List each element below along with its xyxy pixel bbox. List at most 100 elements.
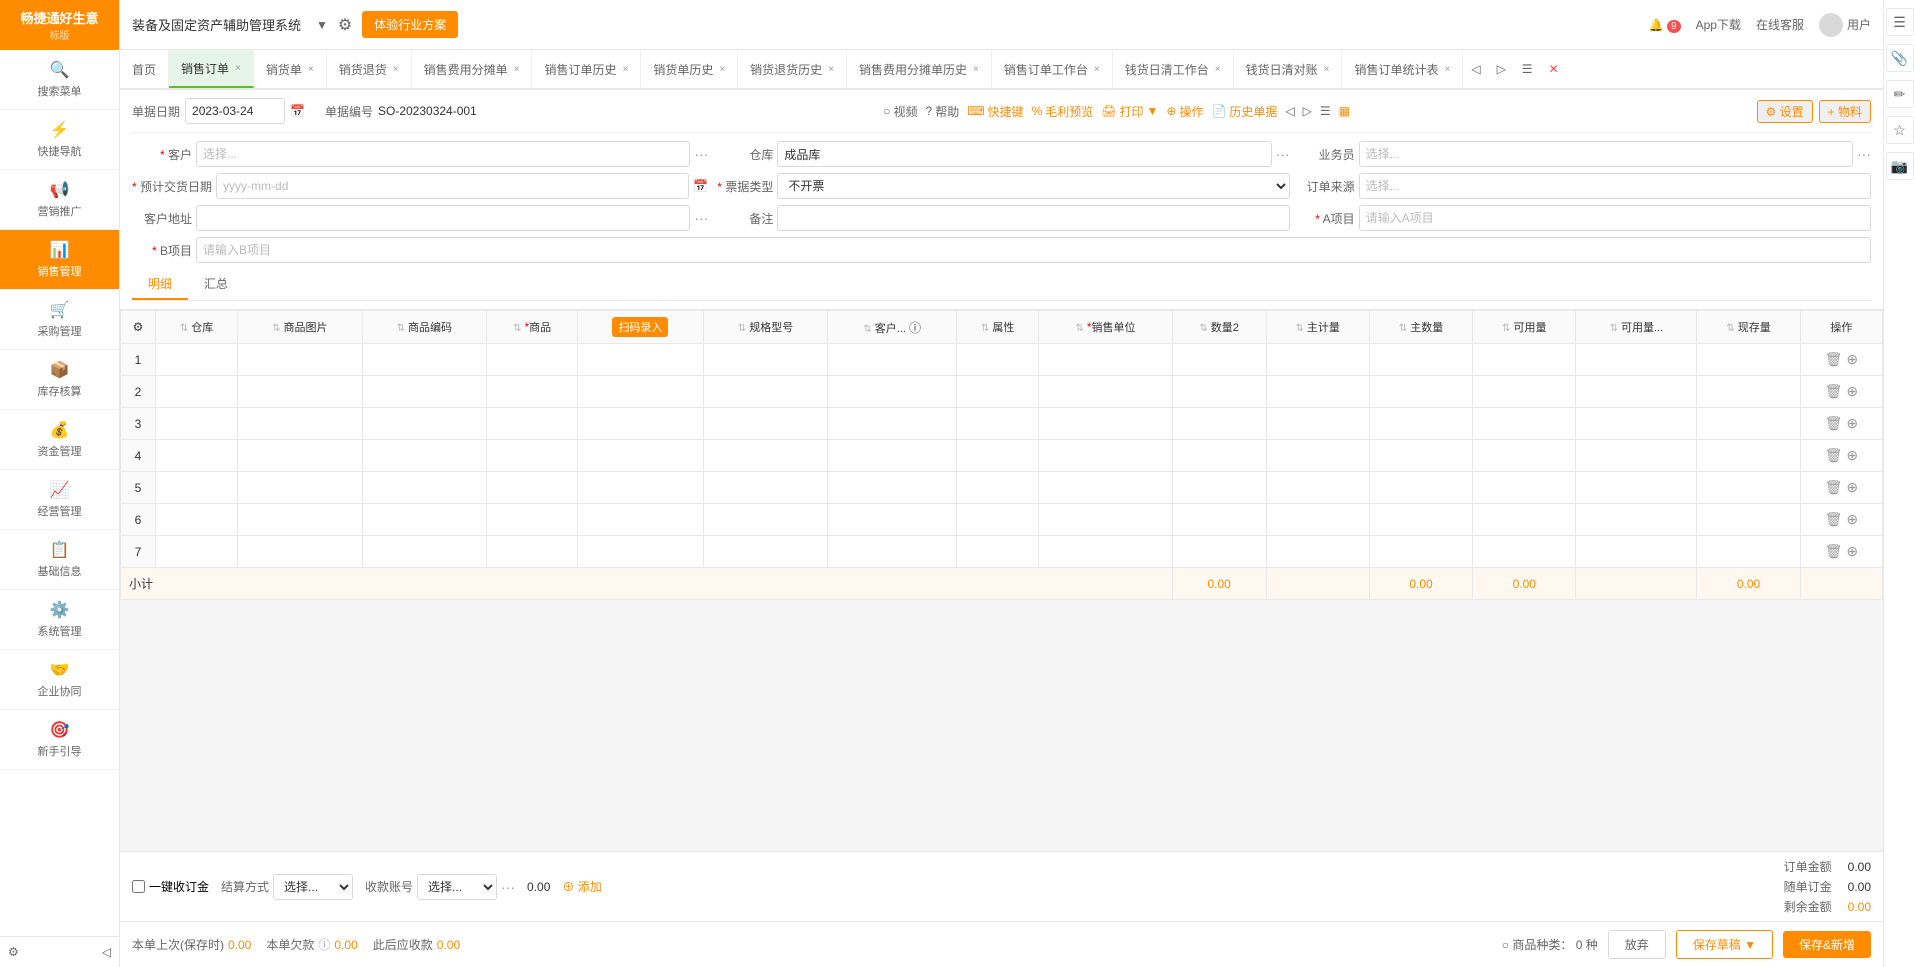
nav-left-icon[interactable]: ◁ (1285, 104, 1294, 118)
help-btn[interactable]: ? 帮助 (926, 103, 960, 120)
right-panel-icon-5[interactable]: 📷 (1886, 152, 1914, 180)
row-unit[interactable] (1039, 504, 1173, 536)
row-attr[interactable] (957, 344, 1039, 376)
row-warehouse[interactable] (156, 536, 238, 568)
one-click-label[interactable]: 一键收订金 (132, 878, 209, 895)
row-goods[interactable] (487, 376, 578, 408)
settings-icon[interactable]: ⚙ (338, 15, 352, 35)
row-main-unit[interactable] (1266, 344, 1369, 376)
remark-input[interactable] (777, 205, 1289, 231)
app-download-link[interactable]: App下载 (1696, 16, 1741, 33)
row-stock[interactable] (1697, 376, 1800, 408)
tab-order-workbench[interactable]: 销售订单工作台 × (992, 50, 1113, 88)
customer-more-icon[interactable]: ··· (694, 146, 708, 162)
warehouse-more-icon[interactable]: ··· (1276, 146, 1290, 162)
row-available[interactable] (1473, 376, 1576, 408)
tab-sales-expense[interactable]: 销售费用分摊单 × (412, 50, 533, 88)
delete-icon[interactable]: 🗑 (1825, 447, 1843, 464)
user-avatar[interactable]: 用户 (1819, 13, 1871, 37)
row-stock[interactable] (1697, 344, 1800, 376)
row-warehouse[interactable] (156, 344, 238, 376)
row-main-unit[interactable] (1266, 504, 1369, 536)
row-main-unit[interactable] (1266, 408, 1369, 440)
tab-return-hist[interactable]: 销货退货历史 × (738, 50, 847, 88)
row-available[interactable] (1473, 440, 1576, 472)
operation-btn[interactable]: ⊕ 操作 (1166, 103, 1203, 120)
row-scan[interactable] (578, 440, 704, 472)
tab-reconcile[interactable]: 钱货日清对账 × (1234, 50, 1343, 88)
row-attr[interactable] (957, 472, 1039, 504)
preview-btn[interactable]: ○ 视频 (883, 103, 917, 120)
row-unit[interactable] (1039, 376, 1173, 408)
row-available2[interactable] (1576, 504, 1697, 536)
tab-close-icon[interactable]: × (1324, 64, 1330, 75)
add-payment-btn[interactable]: ⊕ 添加 (562, 878, 601, 895)
row-available2[interactable] (1576, 344, 1697, 376)
row-goods[interactable] (487, 472, 578, 504)
sidebar-item-finance[interactable]: 💰 资金管理 (0, 410, 119, 470)
row-main-unit[interactable] (1266, 472, 1369, 504)
row-goods[interactable] (487, 344, 578, 376)
tab-home[interactable]: 首页 (120, 50, 169, 88)
collapse-icon[interactable]: ◁ (102, 945, 111, 959)
row-qty2[interactable] (1172, 504, 1266, 536)
title-dropdown-icon[interactable]: ▼ (316, 18, 328, 32)
sidebar-item-sales[interactable]: 📊 销售管理 (0, 230, 119, 290)
row-spec[interactable] (703, 376, 828, 408)
row-main-unit[interactable] (1266, 536, 1369, 568)
settings-gear-icon[interactable]: ⚙ (133, 320, 144, 334)
print-btn[interactable]: 🖨 打印 ▼ (1101, 103, 1158, 120)
row-customer-code[interactable] (828, 376, 957, 408)
row-image[interactable] (238, 344, 363, 376)
row-unit[interactable] (1039, 344, 1173, 376)
sort-icon[interactable]: ⇅ (1399, 323, 1407, 334)
delete-icon[interactable]: 🗑 (1825, 479, 1843, 496)
warehouse-input[interactable] (777, 141, 1271, 167)
account-select[interactable]: 选择... (417, 874, 497, 900)
row-qty2[interactable] (1172, 344, 1266, 376)
row-customer-code[interactable] (828, 344, 957, 376)
row-qty2[interactable] (1172, 440, 1266, 472)
copy-icon[interactable]: ⊕ (1846, 351, 1858, 368)
sort-icon[interactable]: ⇅ (738, 323, 746, 334)
copy-icon[interactable]: ⊕ (1846, 383, 1858, 400)
row-customer-code[interactable] (828, 536, 957, 568)
row-main-qty[interactable] (1369, 536, 1472, 568)
tab-close-icon[interactable]: × (828, 64, 834, 75)
save-draft-btn[interactable]: 保存草稿 ▼ (1676, 930, 1773, 959)
row-available[interactable] (1473, 504, 1576, 536)
address-more-icon[interactable]: ··· (694, 210, 708, 226)
right-panel-icon-3[interactable]: ✏ (1886, 80, 1914, 108)
row-attr[interactable] (957, 440, 1039, 472)
history-btn[interactable]: 📄 历史单据 (1211, 103, 1277, 120)
row-spec[interactable] (703, 536, 828, 568)
row-image[interactable] (238, 536, 363, 568)
salesperson-more-icon[interactable]: ··· (1857, 146, 1871, 162)
tab-close-all-icon[interactable]: ✕ (1541, 50, 1567, 88)
sidebar-item-guide[interactable]: 🎯 新手引导 (0, 710, 119, 770)
row-warehouse[interactable] (156, 440, 238, 472)
view-list-icon[interactable]: ☰ (1320, 104, 1331, 118)
goods-count-icon[interactable]: ○ (1502, 938, 1509, 952)
row-main-qty[interactable] (1369, 408, 1472, 440)
delete-icon[interactable]: 🗑 (1825, 351, 1843, 368)
tab-close-icon[interactable]: × (308, 64, 314, 75)
industry-btn[interactable]: 体验行业方案 (362, 11, 458, 38)
row-main-qty[interactable] (1369, 472, 1472, 504)
row-spec[interactable] (703, 504, 828, 536)
row-available[interactable] (1473, 344, 1576, 376)
row-image[interactable] (238, 440, 363, 472)
delivery-calendar-icon[interactable]: 📅 (693, 179, 708, 193)
row-warehouse[interactable] (156, 376, 238, 408)
row-customer-code[interactable] (828, 504, 957, 536)
row-image[interactable] (238, 408, 363, 440)
row-scan[interactable] (578, 376, 704, 408)
tab-daily-workbench[interactable]: 钱货日清工作台 × (1113, 50, 1234, 88)
tab-close-icon[interactable]: × (1215, 64, 1221, 75)
sidebar-item-system[interactable]: ⚙️ 系统管理 (0, 590, 119, 650)
invoice-select[interactable]: 不开票 普通发票 增值税发票 (777, 173, 1289, 199)
tab-expense-hist[interactable]: 销售费用分摊单历史 × (847, 50, 992, 88)
account-more-icon[interactable]: ··· (501, 879, 515, 895)
discard-btn[interactable]: 放弃 (1608, 930, 1666, 959)
tab-close-icon[interactable]: × (622, 64, 628, 75)
